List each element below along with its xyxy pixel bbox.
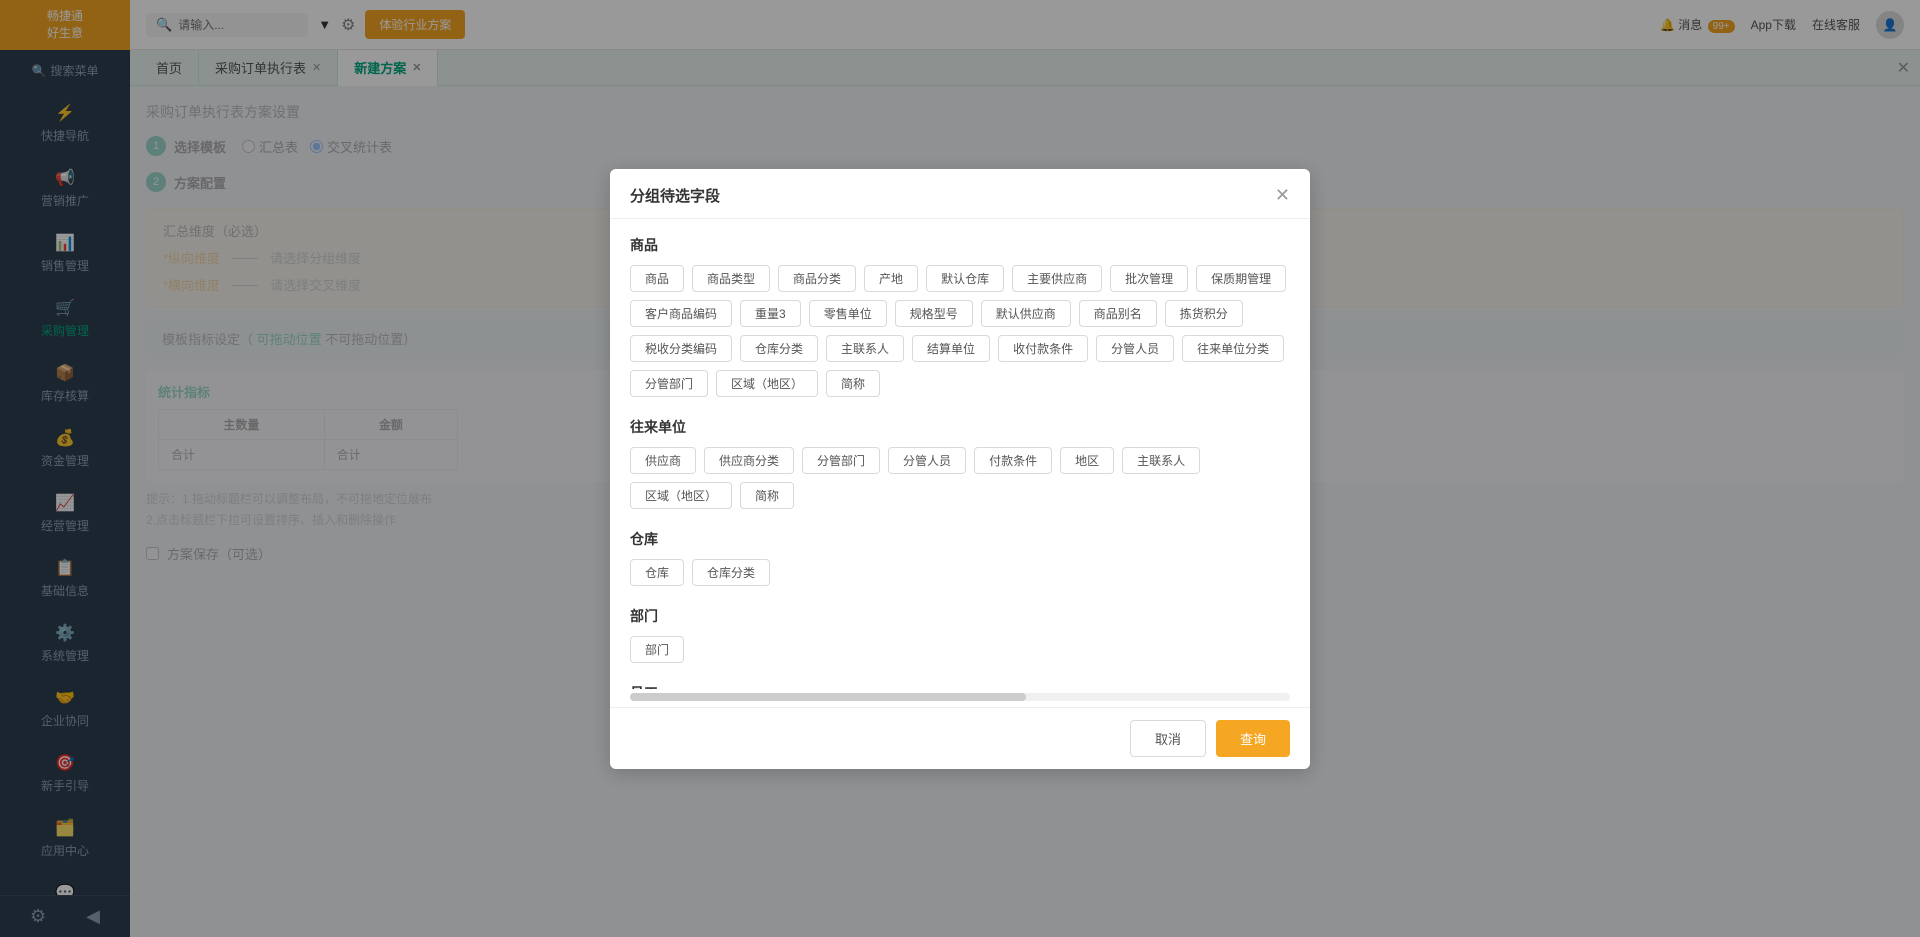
field-tag[interactable]: 主要供应商 bbox=[1012, 265, 1102, 292]
field-tag[interactable]: 主联系人 bbox=[1122, 447, 1200, 474]
field-tag[interactable]: 主联系人 bbox=[826, 335, 904, 362]
section-department: 部门 部门 bbox=[630, 606, 1290, 663]
field-select-modal: 分组待选字段 ✕ 商品 商品 商品类型 商品分类 产地 默认仓库 主要供应商 批… bbox=[610, 169, 1310, 769]
field-tag[interactable]: 仓库分类 bbox=[692, 559, 770, 586]
section-partner-tags: 供应商 供应商分类 分管部门 分管人员 付款条件 地区 主联系人 区域（地区） … bbox=[630, 447, 1290, 509]
field-tag[interactable]: 供应商分类 bbox=[704, 447, 794, 474]
section-department-title: 部门 bbox=[630, 606, 1290, 626]
field-tag[interactable]: 默认仓库 bbox=[926, 265, 1004, 292]
field-tag[interactable]: 保质期管理 bbox=[1196, 265, 1286, 292]
field-tag[interactable]: 拣货积分 bbox=[1165, 300, 1243, 327]
field-tag[interactable]: 分管部门 bbox=[630, 370, 708, 397]
section-partner: 往来单位 供应商 供应商分类 分管部门 分管人员 付款条件 地区 主联系人 区域… bbox=[630, 417, 1290, 509]
section-partner-title: 往来单位 bbox=[630, 417, 1290, 437]
field-tag[interactable]: 区域（地区） bbox=[716, 370, 818, 397]
hscrollbar-container bbox=[610, 689, 1310, 707]
field-tag[interactable]: 规格型号 bbox=[895, 300, 973, 327]
field-tag[interactable]: 重量3 bbox=[740, 300, 801, 327]
field-tag[interactable]: 商品 bbox=[630, 265, 684, 292]
field-tag[interactable]: 结算单位 bbox=[912, 335, 990, 362]
section-warehouse-title: 仓库 bbox=[630, 529, 1290, 549]
section-goods-tags: 商品 商品类型 商品分类 产地 默认仓库 主要供应商 批次管理 保质期管理 客户… bbox=[630, 265, 1290, 397]
field-tag[interactable]: 税收分类编码 bbox=[630, 335, 732, 362]
field-tag[interactable]: 批次管理 bbox=[1110, 265, 1188, 292]
cancel-button[interactable]: 取消 bbox=[1130, 720, 1206, 757]
hscrollbar-track[interactable] bbox=[630, 693, 1290, 701]
field-tag[interactable]: 供应商 bbox=[630, 447, 696, 474]
field-tag[interactable]: 区域（地区） bbox=[630, 482, 732, 509]
field-tag[interactable]: 商品类型 bbox=[692, 265, 770, 292]
field-tag[interactable]: 付款条件 bbox=[974, 447, 1052, 474]
modal-footer: 取消 查询 bbox=[610, 707, 1310, 769]
field-tag[interactable]: 简称 bbox=[740, 482, 794, 509]
field-tag[interactable]: 客户商品编码 bbox=[630, 300, 732, 327]
field-tag[interactable]: 地区 bbox=[1060, 447, 1114, 474]
section-goods-title: 商品 bbox=[630, 235, 1290, 255]
field-tag[interactable]: 往来单位分类 bbox=[1182, 335, 1284, 362]
field-tag[interactable]: 零售单位 bbox=[809, 300, 887, 327]
modal-body[interactable]: 商品 商品 商品类型 商品分类 产地 默认仓库 主要供应商 批次管理 保质期管理… bbox=[610, 219, 1310, 689]
field-tag[interactable]: 商品分类 bbox=[778, 265, 856, 292]
field-tag[interactable]: 产地 bbox=[864, 265, 918, 292]
hscrollbar-thumb bbox=[630, 693, 1026, 701]
field-tag[interactable]: 分管人员 bbox=[888, 447, 966, 474]
field-tag[interactable]: 分管部门 bbox=[802, 447, 880, 474]
field-tag[interactable]: 商品别名 bbox=[1079, 300, 1157, 327]
section-warehouse-tags: 仓库 仓库分类 bbox=[630, 559, 1290, 586]
field-tag[interactable]: 仓库 bbox=[630, 559, 684, 586]
modal-title: 分组待选字段 bbox=[630, 185, 720, 206]
section-warehouse: 仓库 仓库 仓库分类 bbox=[630, 529, 1290, 586]
field-tag[interactable]: 收付款条件 bbox=[998, 335, 1088, 362]
modal-close-btn[interactable]: ✕ bbox=[1275, 185, 1290, 206]
section-department-tags: 部门 bbox=[630, 636, 1290, 663]
section-goods: 商品 商品 商品类型 商品分类 产地 默认仓库 主要供应商 批次管理 保质期管理… bbox=[630, 235, 1290, 397]
modal-header: 分组待选字段 ✕ bbox=[610, 169, 1310, 219]
modal-overlay: 分组待选字段 ✕ 商品 商品 商品类型 商品分类 产地 默认仓库 主要供应商 批… bbox=[0, 0, 1920, 937]
field-tag[interactable]: 分管人员 bbox=[1096, 335, 1174, 362]
field-tag[interactable]: 仓库分类 bbox=[740, 335, 818, 362]
confirm-button[interactable]: 查询 bbox=[1216, 720, 1290, 757]
field-tag[interactable]: 部门 bbox=[630, 636, 684, 663]
field-tag[interactable]: 默认供应商 bbox=[981, 300, 1071, 327]
field-tag[interactable]: 简称 bbox=[826, 370, 880, 397]
